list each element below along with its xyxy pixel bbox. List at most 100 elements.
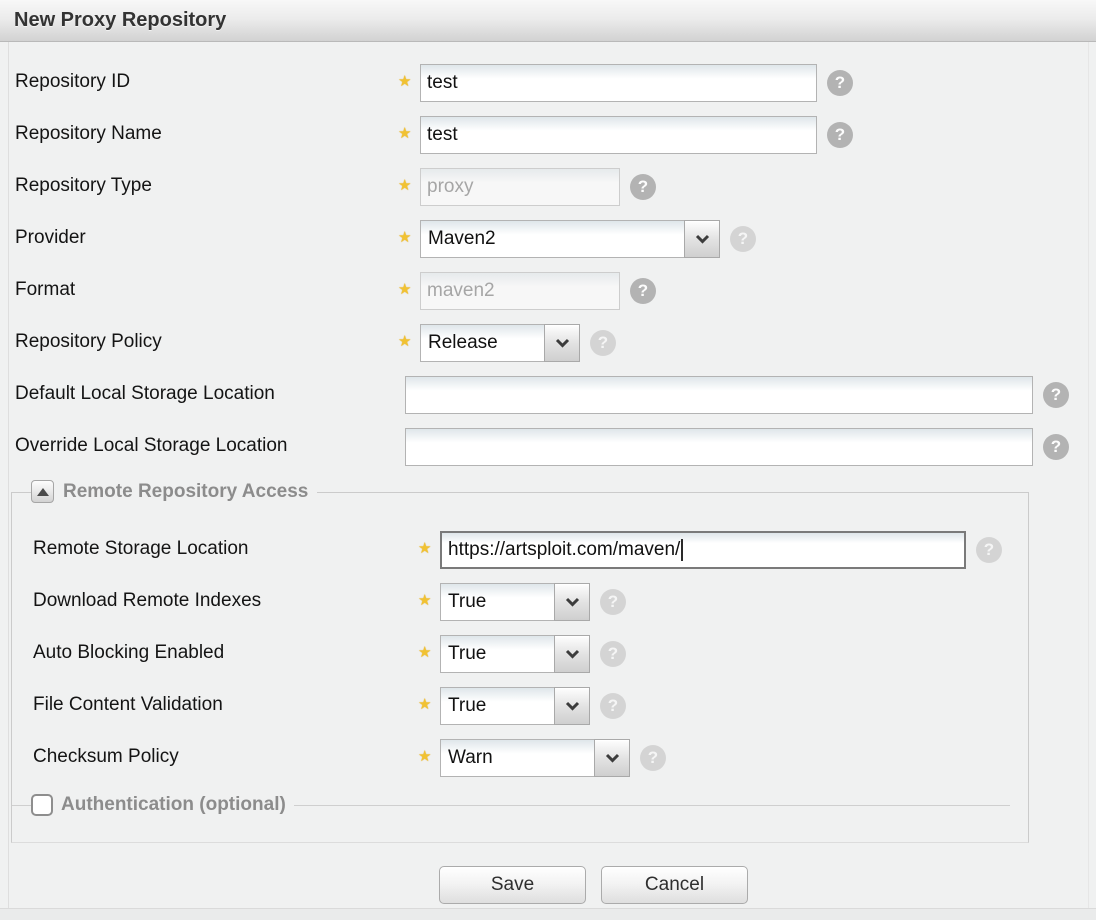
chevron-down-icon [565, 701, 579, 711]
help-icon[interactable]: ? [640, 745, 666, 771]
repository-id-input[interactable] [420, 64, 817, 102]
repository-policy-select-value: Release [420, 324, 544, 362]
file-validation-select-value: True [440, 687, 554, 725]
required-star-icon: ★ [398, 177, 412, 194]
field-label: Download Remote Indexes [33, 590, 262, 611]
form-row-override-storage: Override Local Storage Location ? [15, 428, 1088, 480]
remote-storage-input-value: https://artsploit.com/maven/ [448, 539, 681, 560]
form-button-bar: Save Cancel [15, 866, 1088, 904]
required-star-icon: ★ [398, 333, 412, 350]
remote-storage-input[interactable]: https://artsploit.com/maven/ [440, 531, 966, 569]
text-caret [681, 539, 684, 561]
form-row-remote-storage: Remote Storage Location ★ https://artspl… [12, 531, 1028, 583]
dropdown-trigger-button[interactable] [554, 583, 590, 621]
chevron-down-icon [695, 234, 709, 244]
form-row-checksum-policy: Checksum Policy ★ Warn ? [12, 739, 1028, 791]
form-row-default-storage: Default Local Storage Location ? [15, 376, 1088, 428]
field-label: Remote Storage Location [33, 538, 249, 559]
fieldset-border-line [12, 804, 31, 806]
required-star-icon: ★ [398, 73, 412, 90]
dropdown-trigger-button[interactable] [554, 635, 590, 673]
repository-type-input [420, 168, 620, 206]
help-icon[interactable]: ? [600, 641, 626, 667]
form-row-repository-id: Repository ID ★ ? [15, 64, 1088, 116]
download-indexes-select-value: True [440, 583, 554, 621]
help-icon[interactable]: ? [827, 70, 853, 96]
page-title: New Proxy Repository [14, 9, 227, 31]
provider-select-value: Maven2 [420, 220, 684, 258]
help-icon[interactable]: ? [630, 278, 656, 304]
required-star-icon: ★ [418, 644, 432, 661]
dropdown-trigger-button[interactable] [544, 324, 580, 362]
checksum-policy-select-value: Warn [440, 739, 594, 777]
help-icon[interactable]: ? [1043, 434, 1069, 460]
window-footer-bar [0, 908, 1096, 920]
dropdown-trigger-button[interactable] [594, 739, 630, 777]
field-label: Auto Blocking Enabled [33, 642, 225, 663]
field-label: Format [15, 279, 76, 300]
window-titlebar: New Proxy Repository [0, 0, 1096, 42]
chevron-down-icon [605, 753, 619, 763]
repository-form: Repository ID ★ ? Repository Name ★ ? Re… [8, 42, 1089, 908]
chevron-up-icon [36, 487, 49, 496]
auto-blocking-select[interactable]: True [440, 635, 590, 673]
cancel-button[interactable]: Cancel [601, 866, 748, 904]
form-row-download-indexes: Download Remote Indexes ★ True ? [12, 583, 1028, 635]
chevron-down-icon [565, 597, 579, 607]
field-label: Default Local Storage Location [15, 383, 275, 404]
form-row-format: Format ★ ? [15, 272, 1088, 324]
required-star-icon: ★ [398, 229, 412, 246]
file-validation-select[interactable]: True [440, 687, 590, 725]
required-star-icon: ★ [418, 696, 432, 713]
fieldset-border-line [293, 804, 1010, 806]
download-indexes-select[interactable]: True [440, 583, 590, 621]
remote-repository-access-fieldset: Remote Repository Access Remote Storage … [11, 480, 1029, 843]
auto-blocking-select-value: True [440, 635, 554, 673]
dropdown-trigger-button[interactable] [554, 687, 590, 725]
authentication-legend-label: Authentication (optional) [61, 794, 286, 815]
new-proxy-repository-window: New Proxy Repository Repository ID ★ ? R… [0, 0, 1096, 920]
collapse-toggle-button[interactable] [31, 480, 54, 503]
override-storage-input[interactable] [405, 428, 1033, 466]
fieldset-legend-label: Remote Repository Access [63, 480, 309, 502]
required-star-icon: ★ [418, 748, 432, 765]
field-label: Repository Name [15, 123, 162, 144]
field-label: Provider [15, 227, 86, 248]
field-label: Override Local Storage Location [15, 435, 288, 456]
chevron-down-icon [565, 649, 579, 659]
form-row-auto-blocking: Auto Blocking Enabled ★ True ? [12, 635, 1028, 687]
form-row-repository-type: Repository Type ★ ? [15, 168, 1088, 220]
fieldset-legend: Remote Repository Access [31, 480, 318, 503]
help-icon[interactable]: ? [976, 537, 1002, 563]
help-icon[interactable]: ? [600, 589, 626, 615]
help-icon[interactable]: ? [590, 330, 616, 356]
chevron-down-icon [555, 338, 569, 348]
format-input [420, 272, 620, 310]
help-icon[interactable]: ? [1043, 382, 1069, 408]
save-button[interactable]: Save [439, 866, 586, 904]
required-star-icon: ★ [418, 540, 432, 557]
field-label: Repository ID [15, 71, 131, 92]
field-label: Repository Type [15, 175, 152, 196]
required-star-icon: ★ [418, 592, 432, 609]
help-icon[interactable]: ? [600, 693, 626, 719]
checksum-policy-select[interactable]: Warn [440, 739, 630, 777]
required-star-icon: ★ [398, 281, 412, 298]
required-star-icon: ★ [398, 125, 412, 142]
field-label: File Content Validation [33, 694, 223, 715]
field-label: Repository Policy [15, 331, 162, 352]
repository-name-input[interactable] [420, 116, 817, 154]
help-icon[interactable]: ? [730, 226, 756, 252]
provider-select[interactable]: Maven2 [420, 220, 720, 258]
help-icon[interactable]: ? [827, 122, 853, 148]
help-icon[interactable]: ? [630, 174, 656, 200]
form-row-file-validation: File Content Validation ★ True ? [12, 687, 1028, 739]
repository-policy-select[interactable]: Release [420, 324, 580, 362]
dropdown-trigger-button[interactable] [684, 220, 720, 258]
form-row-repository-policy: Repository Policy ★ Release ? [15, 324, 1088, 376]
authentication-checkbox[interactable] [31, 794, 53, 816]
form-row-provider: Provider ★ Maven2 ? [15, 220, 1088, 272]
form-row-repository-name: Repository Name ★ ? [15, 116, 1088, 168]
field-label: Checksum Policy [33, 746, 179, 767]
default-storage-input[interactable] [405, 376, 1033, 414]
